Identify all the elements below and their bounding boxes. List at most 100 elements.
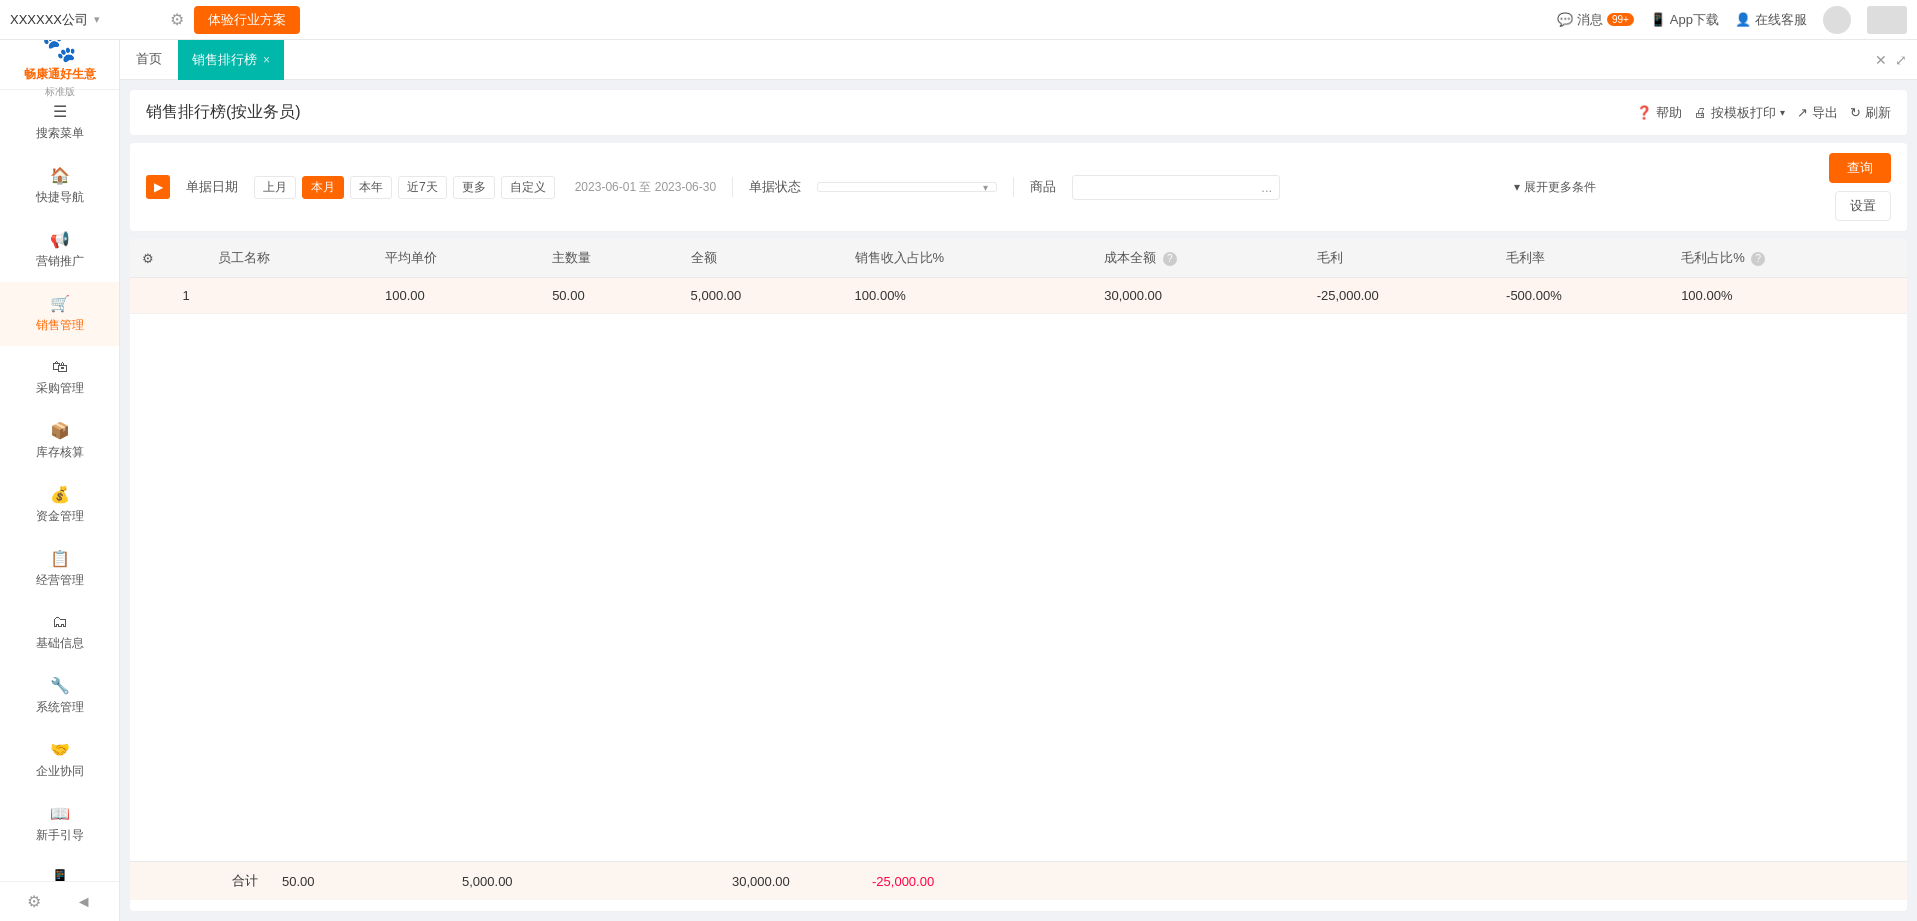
logo-title: 畅康通好生意	[24, 66, 96, 83]
marketing-icon: 📢	[50, 230, 70, 249]
tab-close-icon[interactable]: ×	[263, 53, 270, 67]
message-button[interactable]: 💬 消息 99+	[1557, 11, 1634, 29]
data-table: ⚙ 员工名称 平均单价 主数量 全额 销售收入占比% 成本全额	[130, 239, 1907, 314]
sidebar-item-finance-label: 资金管理	[36, 508, 84, 525]
expand-more-icon: ▾	[1514, 180, 1520, 194]
th-sales-pct: 销售收入占比%	[843, 239, 1093, 278]
th-avg-price: 平均单价	[373, 239, 540, 278]
sidebar-item-operations[interactable]: 📋 经营管理	[0, 537, 119, 601]
sidebar-item-enterprise[interactable]: 🤝 企业协同	[0, 728, 119, 792]
sidebar-item-enterprise-label: 企业协同	[36, 763, 84, 780]
sidebar-item-sales-mgmt-label: 销售管理	[36, 317, 84, 334]
finance-icon: 💰	[50, 485, 70, 504]
date-btn-custom[interactable]: 自定义	[501, 176, 555, 199]
sidebar-item-search-order[interactable]: ☰ 搜索菜单	[0, 90, 119, 154]
message-label: 消息	[1577, 11, 1603, 29]
app-center-icon: 📱	[50, 868, 70, 881]
footer-cost: 30,000.00	[720, 874, 860, 889]
company-name: XXXXXX公司	[10, 11, 88, 29]
inventory-icon: 📦	[50, 421, 70, 440]
expand-more-button[interactable]: ▾ 展开更多条件	[1514, 179, 1596, 196]
sidebar-item-finance[interactable]: 💰 资金管理	[0, 473, 119, 537]
sidebar-item-quick-nav[interactable]: 🏠 快捷导航	[0, 154, 119, 218]
sidebar-settings-icon[interactable]: ⚙	[27, 892, 41, 911]
td-sales-pct: 100.00%	[843, 278, 1093, 314]
sidebar-nav: ☰ 搜索菜单 🏠 快捷导航 📢 营销推广 🛒 销售管理 🛍 采购管理	[0, 90, 119, 881]
goods-input-wrapper: ...	[1072, 175, 1280, 200]
footer-label: 合计	[142, 872, 270, 890]
sidebar-item-basic-info[interactable]: 🗂 基础信息	[0, 601, 119, 664]
export-button[interactable]: ↗ 导出	[1797, 104, 1838, 122]
td-qty: 50.00	[540, 278, 678, 314]
footer-amount: 5,000.00	[450, 874, 590, 889]
sidebar-item-search-order-label: 搜索菜单	[36, 125, 84, 142]
footer-qty: 50.00	[270, 874, 450, 889]
status-label: 单据状态	[749, 178, 801, 196]
sidebar-item-newbie-guide-label: 新手引导	[36, 827, 84, 844]
sidebar-item-purchase-mgmt[interactable]: 🛍 采购管理	[0, 346, 119, 409]
goods-more-icon[interactable]: ...	[1261, 180, 1272, 195]
sidebar-item-system-mgmt[interactable]: 🔧 系统管理	[0, 664, 119, 728]
refresh-button[interactable]: ↻ 刷新	[1850, 104, 1891, 122]
tab-window-max-icon[interactable]: ⤢	[1895, 52, 1907, 68]
table-header-row: ⚙ 员工名称 平均单价 主数量 全额 销售收入占比% 成本全额	[130, 239, 1907, 278]
help-button[interactable]: ❓ 帮助	[1636, 104, 1682, 122]
sales-icon: 🛒	[50, 294, 70, 313]
user-avatar[interactable]	[1823, 6, 1851, 34]
sidebar-collapse-icon[interactable]: ◄	[76, 893, 92, 911]
sidebar-item-newbie-guide[interactable]: 📖 新手引导	[0, 792, 119, 856]
tab-sales-ranking[interactable]: 销售排行榜 ×	[178, 40, 284, 80]
sidebar-item-basic-info-label: 基础信息	[36, 635, 84, 652]
th-gross-rate: 毛利率	[1494, 239, 1669, 278]
tab-window-close-icon[interactable]: ✕	[1875, 52, 1887, 68]
help-icon: ❓	[1636, 105, 1652, 120]
help-label: 帮助	[1656, 104, 1682, 122]
column-settings-icon[interactable]: ⚙	[142, 251, 154, 266]
search-order-icon: ☰	[53, 102, 67, 121]
sidebar-item-inventory-label: 库存核算	[36, 444, 84, 461]
date-btn-this-month[interactable]: 本月	[302, 176, 344, 199]
basic-info-icon: 🗂	[52, 613, 68, 631]
th-settings[interactable]: ⚙	[130, 239, 166, 278]
status-select-wrapper: ▾	[817, 182, 997, 192]
sidebar-item-app-center[interactable]: 📱 应用中心	[0, 856, 119, 881]
refresh-icon: ↻	[1850, 105, 1861, 120]
date-btn-this-year[interactable]: 本年	[350, 176, 392, 199]
company-selector[interactable]: XXXXXX公司 ▾	[10, 11, 160, 29]
date-btn-7days[interactable]: 近7天	[398, 176, 447, 199]
sidebar-item-purchase-mgmt-label: 采购管理	[36, 380, 84, 397]
tab-bar: 首页 销售排行榜 × ✕ ⤢	[120, 40, 1917, 80]
cost-info-icon[interactable]: ?	[1163, 252, 1177, 266]
th-gross: 毛利	[1305, 239, 1494, 278]
sidebar-item-inventory[interactable]: 📦 库存核算	[0, 409, 119, 473]
th-gross-pct: 毛利占比% ?	[1669, 239, 1907, 278]
settings-button[interactable]: 设置	[1835, 191, 1891, 221]
print-label: 按模板打印	[1711, 104, 1776, 122]
goods-input[interactable]	[1072, 175, 1280, 200]
sidebar-item-marketing[interactable]: 📢 营销推广	[0, 218, 119, 282]
online-service-button[interactable]: 👤 在线客服	[1735, 11, 1807, 29]
table-wrapper: ⚙ 员工名称 平均单价 主数量 全额 销售收入占比% 成本全额	[130, 239, 1907, 861]
app-download-button[interactable]: 📱 App下载	[1650, 11, 1719, 29]
topbar-settings-icon[interactable]: ⚙	[170, 10, 184, 29]
th-cost: 成本全额 ?	[1092, 239, 1304, 278]
date-btn-more[interactable]: 更多	[453, 176, 495, 199]
date-btn-prev-month[interactable]: 上月	[254, 176, 296, 199]
td-gross-rate: -500.00%	[1494, 278, 1669, 314]
tab-sales-ranking-label: 销售排行榜	[192, 51, 257, 69]
query-button[interactable]: 查询	[1829, 153, 1891, 183]
filter-toggle-button[interactable]: ▶	[146, 175, 170, 199]
system-icon: 🔧	[50, 676, 70, 695]
export-label: 导出	[1812, 104, 1838, 122]
print-button[interactable]: 🖨 按模板打印 ▾	[1694, 104, 1785, 122]
td-avg-price: 100.00	[373, 278, 540, 314]
tab-home[interactable]: 首页	[120, 40, 178, 80]
experience-button[interactable]: 体验行业方案	[194, 6, 300, 34]
gross-pct-info-icon[interactable]: ?	[1751, 252, 1765, 266]
home-icon: 🏠	[50, 166, 70, 185]
date-filters: 上月 本月 本年 近7天 更多 自定义	[254, 176, 555, 199]
status-select[interactable]: ▾	[817, 182, 997, 192]
sidebar-item-sales-mgmt[interactable]: 🛒 销售管理	[0, 282, 119, 346]
filter-right-actions: 查询 设置	[1829, 153, 1891, 221]
td-gross-pct: 100.00%	[1669, 278, 1907, 314]
